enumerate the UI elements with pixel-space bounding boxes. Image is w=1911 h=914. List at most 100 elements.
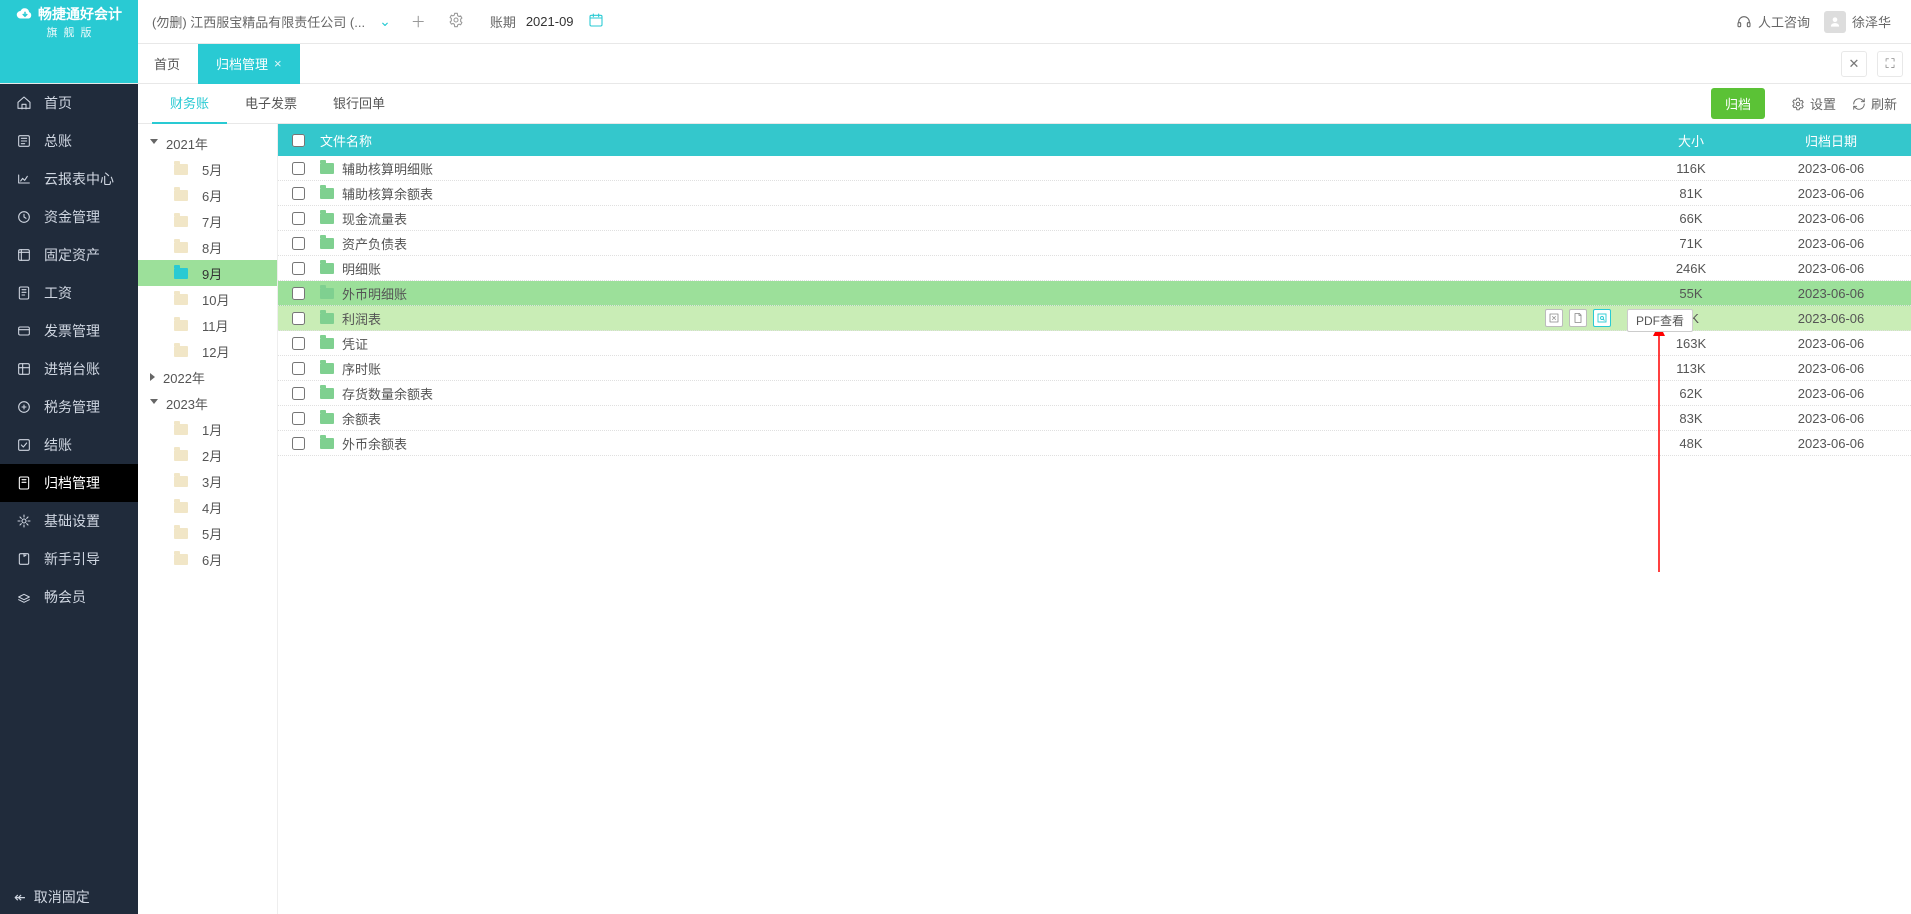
table-row[interactable]: 明细账246K2023-06-06: [278, 256, 1911, 281]
support-label: 人工咨询: [1758, 12, 1810, 31]
export-pdf-icon[interactable]: [1569, 309, 1587, 327]
row-checkbox[interactable]: [292, 187, 305, 200]
fullscreen-button[interactable]: ⛶: [1877, 51, 1903, 77]
close-all-tabs-button[interactable]: ✕: [1841, 51, 1867, 77]
folder-icon: [320, 188, 334, 199]
row-checkbox[interactable]: [292, 162, 305, 175]
export-excel-icon[interactable]: [1545, 309, 1563, 327]
row-name: 辅助核算明细账: [342, 159, 433, 178]
row-name: 外币余额表: [342, 434, 407, 453]
support-link[interactable]: 人工咨询: [1736, 12, 1810, 31]
subtab-1[interactable]: 电子发票: [227, 84, 315, 124]
close-icon[interactable]: ×: [274, 56, 282, 71]
tree-month[interactable]: 11月: [138, 312, 277, 338]
table-row[interactable]: 资产负债表71K2023-06-06: [278, 231, 1911, 256]
gear-icon[interactable]: [442, 8, 470, 36]
tree-month[interactable]: 2月: [138, 442, 277, 468]
tree-month[interactable]: 5月: [138, 156, 277, 182]
tree-month[interactable]: 6月: [138, 182, 277, 208]
chevron-right-icon: [150, 373, 155, 381]
table-row[interactable]: 外币余额表 48K2023-06-06: [278, 431, 1911, 456]
table-row[interactable]: 存货数量余额表62K2023-06-06: [278, 381, 1911, 406]
table-row[interactable]: 利润表2K2023-06-06PDF查看: [278, 306, 1911, 331]
tree-month-label: 6月: [202, 550, 222, 569]
table-row[interactable]: 现金流量表66K2023-06-06: [278, 206, 1911, 231]
nav-item-0[interactable]: 首页: [0, 84, 138, 122]
table-row[interactable]: 余额表83K2023-06-06: [278, 406, 1911, 431]
tree-month[interactable]: 6月: [138, 546, 277, 572]
row-checkbox[interactable]: [292, 362, 305, 375]
row-checkbox[interactable]: [292, 337, 305, 350]
nav-item-5[interactable]: 工资: [0, 274, 138, 312]
select-all-checkbox[interactable]: [292, 134, 305, 147]
table-row[interactable]: 序时账113K2023-06-06: [278, 356, 1911, 381]
row-checkbox[interactable]: [292, 312, 305, 325]
user-menu[interactable]: 徐泽华: [1824, 11, 1891, 33]
nav-item-6[interactable]: 发票管理: [0, 312, 138, 350]
row-checkbox[interactable]: [292, 287, 305, 300]
table-row[interactable]: 外币明细账55K2023-06-06: [278, 281, 1911, 306]
nav-item-9[interactable]: 结账: [0, 426, 138, 464]
subtab-0[interactable]: 财务账: [152, 84, 227, 124]
settings-link[interactable]: 设置: [1791, 94, 1836, 113]
row-checkbox[interactable]: [292, 262, 305, 275]
row-date: 2023-06-06: [1751, 261, 1911, 276]
nav-item-3[interactable]: 资金管理: [0, 198, 138, 236]
brand-name: 畅捷通好会计: [38, 4, 122, 24]
calendar-icon[interactable]: [584, 12, 604, 31]
row-date: 2023-06-06: [1751, 436, 1911, 451]
row-size: 163K: [1631, 336, 1751, 351]
nav-item-2[interactable]: 云报表中心: [0, 160, 138, 198]
nav-item-4[interactable]: 固定资产: [0, 236, 138, 274]
nav-icon: [16, 209, 32, 225]
tree-year[interactable]: 2023年: [138, 390, 277, 416]
tab-archive[interactable]: 归档管理 ×: [198, 44, 300, 84]
tree-month[interactable]: 12月: [138, 338, 277, 364]
tree-month-label: 1月: [202, 420, 222, 439]
unpin-button[interactable]: ↞取消固定: [0, 880, 138, 914]
table-row[interactable]: 凭证163K2023-06-06: [278, 331, 1911, 356]
chevron-down-icon: [150, 139, 158, 148]
row-checkbox[interactable]: [292, 237, 305, 250]
folder-icon: [174, 294, 188, 305]
view-pdf-icon[interactable]: [1593, 309, 1611, 327]
tree-month[interactable]: 5月: [138, 520, 277, 546]
tree-month[interactable]: 9月: [138, 260, 277, 286]
tree-month[interactable]: 8月: [138, 234, 277, 260]
tab-home[interactable]: 首页: [138, 44, 198, 84]
company-dropdown-icon[interactable]: ⌄: [375, 13, 395, 30]
tree-month[interactable]: 10月: [138, 286, 277, 312]
archive-button[interactable]: 归档: [1711, 88, 1765, 119]
nav-item-13[interactable]: 畅会员: [0, 578, 138, 616]
table-row[interactable]: 辅助核算余额表81K2023-06-06: [278, 181, 1911, 206]
tree-year[interactable]: 2022年: [138, 364, 277, 390]
row-checkbox[interactable]: [292, 387, 305, 400]
row-date: 2023-06-06: [1751, 236, 1911, 251]
tree-year[interactable]: 2021年: [138, 130, 277, 156]
nav-item-10[interactable]: 归档管理: [0, 464, 138, 502]
nav-label: 进销台账: [44, 359, 100, 379]
row-checkbox[interactable]: [292, 212, 305, 225]
tree-month-label: 9月: [202, 264, 222, 283]
row-name: 外币明细账: [342, 284, 407, 303]
nav-item-7[interactable]: 进销台账: [0, 350, 138, 388]
row-checkbox[interactable]: [292, 437, 305, 450]
row-size: 48K: [1631, 436, 1751, 451]
tree-month[interactable]: 1月: [138, 416, 277, 442]
subtab-2[interactable]: 银行回单: [315, 84, 403, 124]
row-checkbox[interactable]: [292, 412, 305, 425]
nav-item-12[interactable]: 新手引导: [0, 540, 138, 578]
table-row[interactable]: 辅助核算明细账116K2023-06-06: [278, 156, 1911, 181]
folder-icon: [174, 268, 188, 279]
nav-icon: [16, 95, 32, 111]
tree-month[interactable]: 4月: [138, 494, 277, 520]
tree-month-label: 5月: [202, 160, 222, 179]
nav-item-1[interactable]: 总账: [0, 122, 138, 160]
tree-month[interactable]: 3月: [138, 468, 277, 494]
nav-item-8[interactable]: 税务管理: [0, 388, 138, 426]
nav-item-11[interactable]: 基础设置: [0, 502, 138, 540]
nav-icon: [16, 323, 32, 339]
tree-month[interactable]: 7月: [138, 208, 277, 234]
refresh-link[interactable]: 刷新: [1852, 94, 1897, 113]
add-icon[interactable]: ＋: [405, 7, 432, 36]
